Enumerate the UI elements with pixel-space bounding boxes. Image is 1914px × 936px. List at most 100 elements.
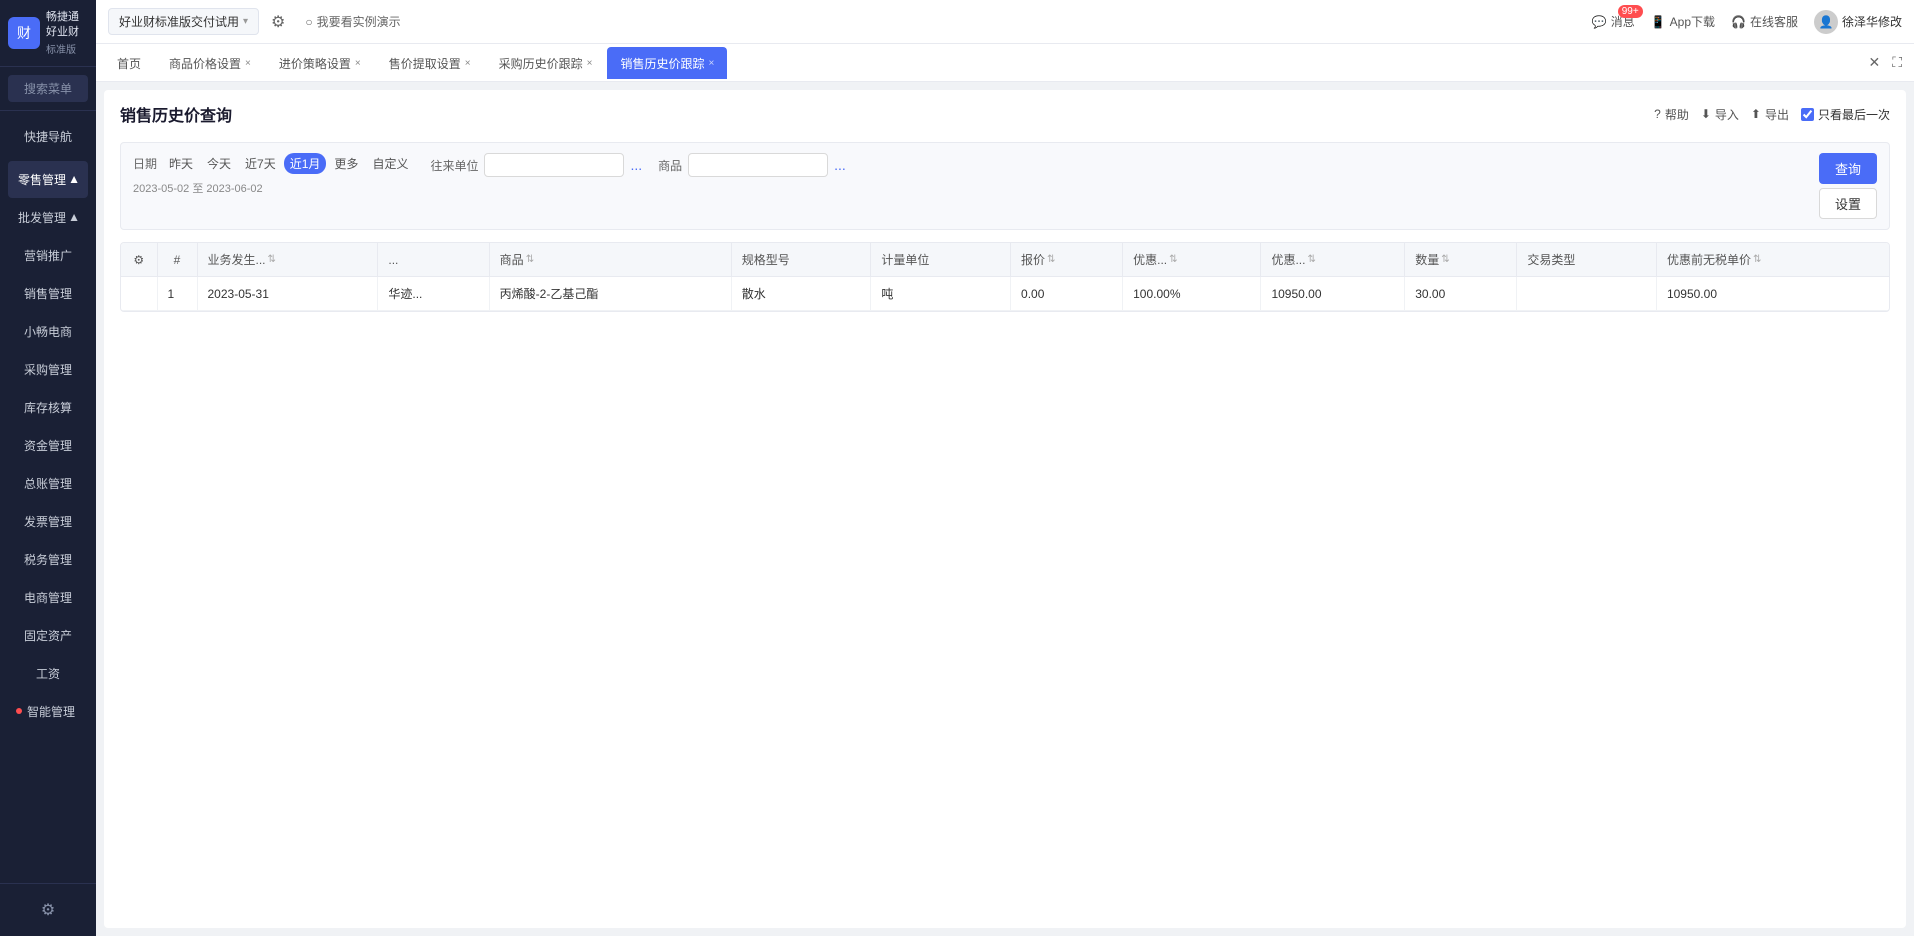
source-unit-input[interactable]	[484, 153, 624, 177]
product-dots[interactable]: ...	[834, 157, 846, 173]
cell-discount1: 100.00%	[1123, 277, 1261, 311]
sidebar-item-invoice[interactable]: 发票管理	[8, 503, 88, 540]
sidebar-item-sales[interactable]: 销售管理	[8, 275, 88, 312]
sidebar-item-retail[interactable]: 零售管理 ▲	[8, 161, 88, 198]
th-discount2-sort[interactable]: 优惠... ⇅	[1271, 251, 1315, 268]
last-once-checkbox[interactable]	[1801, 108, 1814, 121]
tab-expand-button[interactable]: ⛶	[1888, 50, 1906, 75]
app-name: 畅捷通好业财	[46, 10, 88, 41]
sidebar-item-quicknav-label: 快捷导航	[16, 128, 80, 145]
cell-unit: 吨	[871, 277, 1011, 311]
app-sub: 标准版	[46, 41, 88, 56]
sidebar-item-ecom[interactable]: 电商管理	[8, 579, 88, 616]
sidebar-item-tax[interactable]: 税务管理	[8, 541, 88, 578]
sidebar-item-ecom-small[interactable]: 小畅电商	[8, 313, 88, 350]
tab-home-label: 首页	[117, 55, 141, 72]
tab-sales-history-close-icon[interactable]: ×	[708, 58, 714, 69]
table-header-row: ⚙ # 业务发生... ⇅ ... 商品 ⇅	[121, 243, 1889, 277]
sidebar-item-wholesale-label: 批发管理	[16, 209, 68, 226]
online-service-button[interactable]: 🎧 在线客服	[1731, 13, 1798, 30]
last-once-checkbox-label[interactable]: 只看最后一次	[1801, 106, 1890, 123]
user-menu-button[interactable]: 👤 徐泽华修改	[1814, 10, 1902, 34]
cell-price: 0.00	[1011, 277, 1123, 311]
sidebar-item-invoice-label: 发票管理	[16, 513, 80, 530]
date-yesterday-btn[interactable]: 昨天	[163, 153, 199, 174]
sidebar-item-wholesale[interactable]: 批发管理 ▲	[8, 199, 88, 236]
date-shortcuts: 昨天 今天 近7天 近1月 更多 自定义	[163, 153, 414, 174]
product-input[interactable]	[688, 153, 828, 177]
messages-button[interactable]: 💬 消息 99+	[1592, 13, 1635, 30]
export-link[interactable]: ⬆ 导出	[1751, 106, 1789, 123]
tab-price-close-icon[interactable]: ×	[245, 58, 251, 69]
tab-purchase-strategy[interactable]: 进价策略设置 ×	[266, 47, 374, 79]
th-biz-date-sort[interactable]: 业务发生... ⇅	[208, 251, 276, 268]
query-actions: 查询 设置	[1819, 153, 1877, 219]
tab-price[interactable]: 商品价格设置 ×	[156, 47, 264, 79]
sidebar-item-purchase[interactable]: 采购管理	[8, 351, 88, 388]
tab-sale-extract[interactable]: 售价提取设置 ×	[376, 47, 484, 79]
date-custom-btn[interactable]: 自定义	[366, 153, 414, 174]
sidebar-bottom: ⚙	[0, 883, 96, 936]
query-button[interactable]: 查询	[1819, 153, 1877, 184]
sidebar-item-smart[interactable]: 智能管理	[8, 693, 88, 730]
th-pretax-price[interactable]: 优惠前无税单价 ⇅	[1656, 243, 1889, 277]
date-last1m-btn[interactable]: 近1月	[284, 153, 327, 174]
tab-purchase-history-close-icon[interactable]: ×	[587, 58, 593, 69]
setting-button[interactable]: 设置	[1819, 188, 1877, 219]
tab-sales-history[interactable]: 销售历史价跟踪 ×	[607, 47, 727, 79]
app-download-button[interactable]: 📱 App下载	[1651, 13, 1715, 30]
th-biz-date[interactable]: 业务发生... ⇅	[197, 243, 378, 277]
tab-sale-extract-close-icon[interactable]: ×	[465, 58, 471, 69]
th-price[interactable]: 报价 ⇅	[1011, 243, 1123, 277]
sidebar-item-inventory[interactable]: 库存核算	[8, 389, 88, 426]
tab-home[interactable]: 首页	[104, 47, 154, 79]
search-menu-button[interactable]: 搜索菜单	[8, 75, 88, 102]
th-quantity[interactable]: 数量 ⇅	[1405, 243, 1517, 277]
sidebar-settings-button[interactable]: ⚙	[4, 892, 92, 928]
tab-close-all-button[interactable]: ✕	[1864, 50, 1884, 75]
topbar-gear-button[interactable]: ⚙	[267, 8, 289, 36]
cell-more: 华迹...	[378, 277, 489, 311]
import-link[interactable]: ⬇ 导入	[1701, 106, 1739, 123]
sidebar-item-quicknav[interactable]: 快捷导航	[8, 118, 88, 155]
th-product[interactable]: 商品 ⇅	[489, 243, 731, 277]
cell-product: 丙烯酸-2-乙基己酯	[489, 277, 731, 311]
date-more-btn[interactable]: 更多	[328, 153, 364, 174]
tab-purchase-history[interactable]: 采购历史价跟踪 ×	[486, 47, 606, 79]
filter-bar: 日期 昨天 今天 近7天 近1月 更多 自定义 2023-05-02 至 202…	[120, 142, 1890, 230]
sidebar-item-finance[interactable]: 资金管理	[8, 427, 88, 464]
version-chevron-icon: ▾	[243, 16, 248, 27]
sidebar-item-marketing[interactable]: 营销推广	[8, 237, 88, 274]
user-name-label: 徐泽华修改	[1842, 13, 1902, 30]
th-discount2[interactable]: 优惠... ⇅	[1261, 243, 1405, 277]
th-product-sort-icon: ⇅	[526, 254, 534, 265]
sidebar-item-ledger[interactable]: 总账管理	[8, 465, 88, 502]
th-price-sort[interactable]: 报价 ⇅	[1021, 251, 1055, 268]
date-today-btn[interactable]: 今天	[201, 153, 237, 174]
sidebar-item-assets-label: 固定资产	[16, 627, 80, 644]
demo-button[interactable]: ○ 我要看实例演示	[297, 9, 408, 34]
cell-pretax-price: 10950.00	[1656, 277, 1889, 311]
sidebar-item-marketing-label: 营销推广	[16, 247, 80, 264]
date-last7-btn[interactable]: 近7天	[239, 153, 282, 174]
th-product-sort[interactable]: 商品 ⇅	[500, 251, 534, 268]
sidebar-item-purchase-label: 采购管理	[16, 361, 80, 378]
help-link[interactable]: ? 帮助	[1654, 106, 1689, 123]
sidebar-item-assets[interactable]: 固定资产	[8, 617, 88, 654]
product-filter-group: 商品 ...	[658, 153, 846, 177]
tabs-bar: 首页 商品价格设置 × 进价策略设置 × 售价提取设置 × 采购历史价跟踪 × …	[96, 44, 1914, 82]
tab-purchase-strategy-close-icon[interactable]: ×	[355, 58, 361, 69]
version-selector[interactable]: 好业财标准版交付试用 ▾	[108, 8, 259, 35]
th-pretax-price-sort[interactable]: 优惠前无税单价 ⇅	[1667, 251, 1761, 268]
th-quantity-sort-icon: ⇅	[1441, 254, 1449, 265]
source-unit-filter-group: 往来单位 ...	[430, 153, 642, 177]
th-pretax-price-sort-icon: ⇅	[1753, 254, 1761, 265]
import-label: 导入	[1715, 106, 1739, 123]
source-unit-dots[interactable]: ...	[630, 157, 642, 173]
sidebar-item-payroll[interactable]: 工资	[8, 655, 88, 692]
th-discount1-sort[interactable]: 优惠... ⇅	[1133, 251, 1177, 268]
th-discount1[interactable]: 优惠... ⇅	[1123, 243, 1261, 277]
cell-discount2: 10950.00	[1261, 277, 1405, 311]
th-quantity-sort[interactable]: 数量 ⇅	[1415, 251, 1449, 268]
sidebar-search-section: 搜索菜单	[0, 67, 96, 111]
